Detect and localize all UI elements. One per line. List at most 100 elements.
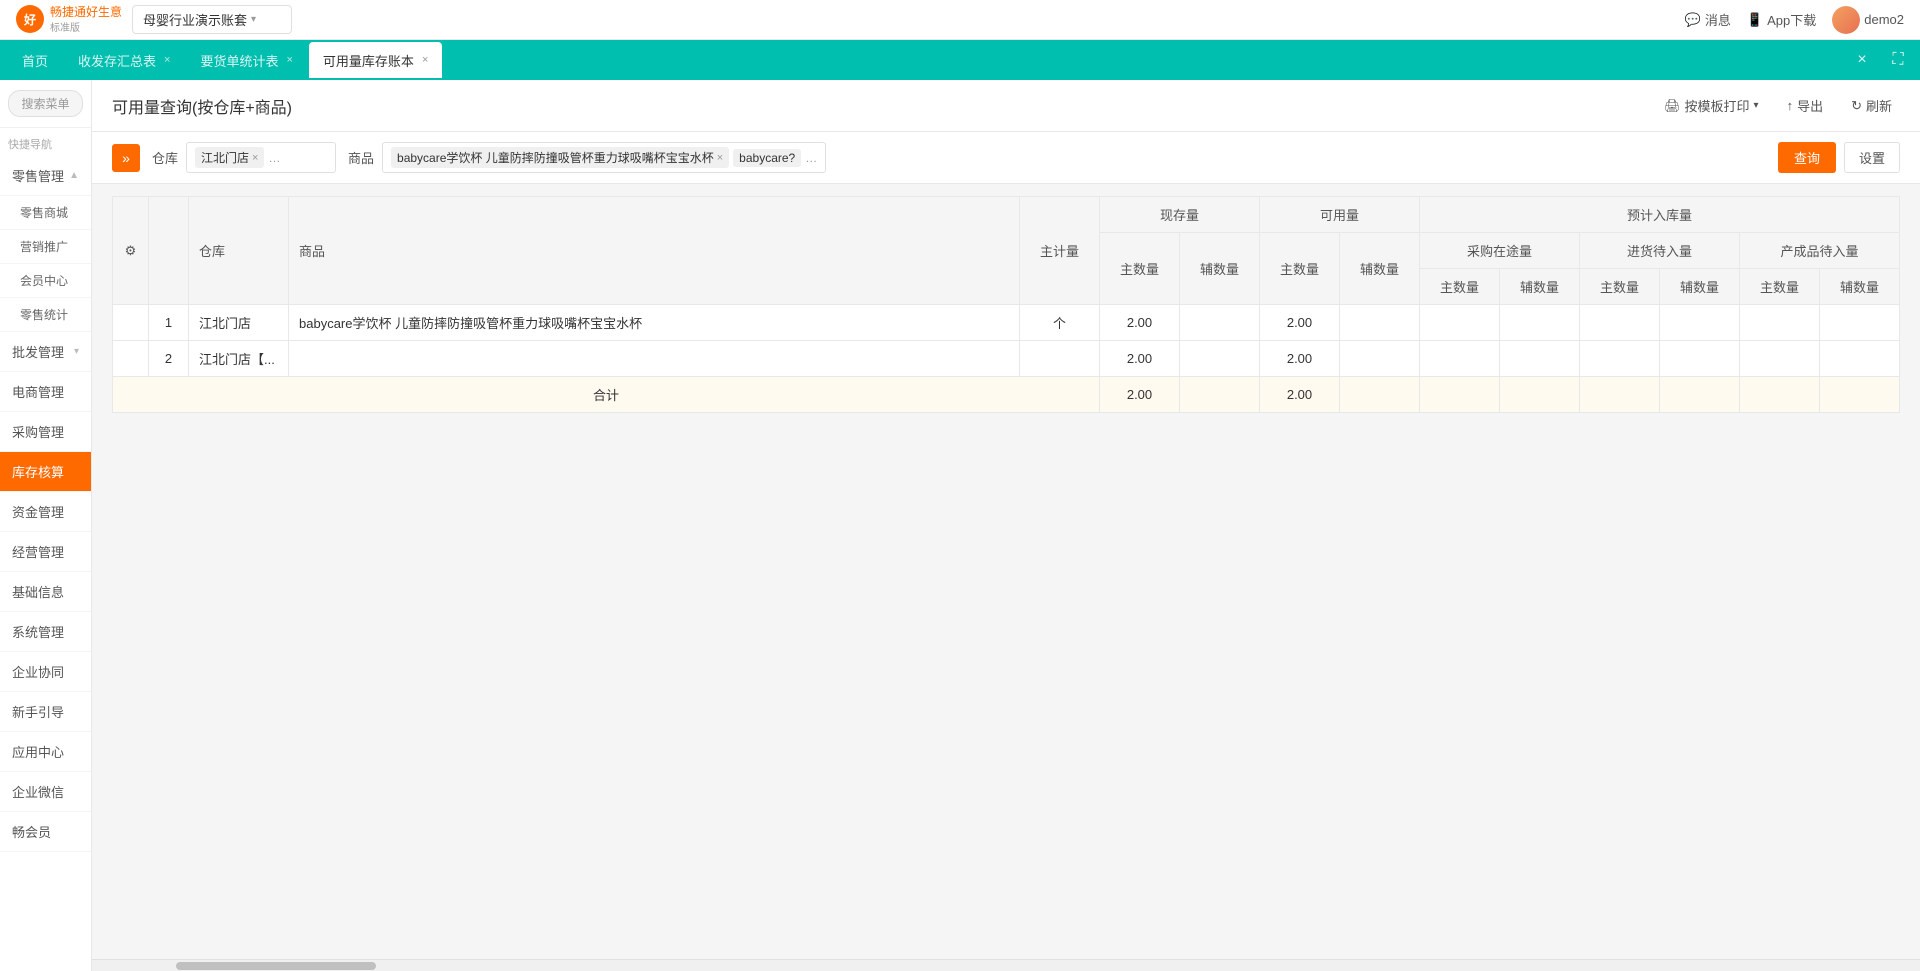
tab-demand-stats-close[interactable]: ×: [286, 54, 292, 66]
avatar: [1832, 6, 1860, 34]
sidebar-item-operations-label: 经营管理: [12, 542, 64, 561]
horizontal-scrollbar[interactable]: [92, 959, 1920, 971]
warehouse-filter-label: 仓库: [152, 148, 178, 167]
quick-nav-text: 快捷导航: [8, 136, 52, 152]
th-stock-aux: 辅数量: [1180, 233, 1260, 305]
product-tag-babycare-remove[interactable]: ×: [717, 152, 723, 164]
summary-pur-pending-main: [1580, 377, 1660, 413]
sidebar-item-system[interactable]: 系统管理: [0, 612, 91, 652]
tab-receive-summary-close[interactable]: ×: [164, 54, 170, 66]
row-stock-main-0: 2.00: [1100, 305, 1180, 341]
sidebar-item-marketing[interactable]: 营销推广: [0, 230, 91, 264]
sidebar-item-ecommerce[interactable]: 电商管理: [0, 372, 91, 412]
export-btn[interactable]: ↑ 导出: [1779, 92, 1832, 119]
industry-label: 母婴行业演示账套: [143, 10, 247, 29]
th-expected-in-group: 预计入库量: [1420, 197, 1900, 233]
main-layout: 搜索菜单 快捷导航 零售管理 ▲ 零售商城 营销推广 会员中心 零售统计 批发管…: [0, 80, 1920, 971]
sidebar-item-app-center[interactable]: 应用中心: [0, 732, 91, 772]
sidebar-item-retail-stats-label: 零售统计: [20, 308, 68, 322]
sidebar-item-finance[interactable]: 资金管理: [0, 492, 91, 532]
sidebar-item-enterprise-wechat[interactable]: 企业微信: [0, 772, 91, 812]
product-more-btn[interactable]: …: [805, 151, 817, 165]
warehouse-filter-group: 仓库 江北门店 × …: [152, 142, 336, 173]
table-area: ⚙ 仓库 商品 主计量 现存量 可用量 预计入库量 主数量 辅数量 主数量 辅数…: [92, 184, 1920, 959]
row-prod-pending-aux-1: [1820, 341, 1900, 377]
th-pur-pending-main: 主数量: [1580, 269, 1660, 305]
tab-demand-stats-label: 要货单统计表: [200, 51, 278, 70]
th-pur-pending-group: 进货待入量: [1580, 233, 1740, 269]
quick-nav-label[interactable]: 快捷导航: [0, 128, 91, 156]
close-all-tabs-btn[interactable]: ×: [1848, 46, 1876, 74]
filter-area: » 仓库 江北门店 × … 商品 babycare学饮杯 儿童防摔防撞吸管杯重力…: [92, 132, 1920, 184]
warehouse-more-btn[interactable]: …: [268, 151, 280, 165]
row-prod-pending-main-0: [1740, 305, 1820, 341]
chevron-icon: ▾: [251, 14, 256, 25]
tab-receive-summary[interactable]: 收发存汇总表 ×: [64, 42, 184, 78]
query-btn[interactable]: 查询: [1778, 142, 1836, 173]
filter-toggle-btn[interactable]: »: [112, 144, 140, 172]
search-menu-input[interactable]: 搜索菜单: [8, 90, 83, 117]
sidebar-item-operations[interactable]: 经营管理: [0, 532, 91, 572]
refresh-btn[interactable]: ↻ 刷新: [1843, 92, 1900, 119]
row-pur-pending-aux-0: [1660, 305, 1740, 341]
sidebar-item-new-guide[interactable]: 新手引导: [0, 692, 91, 732]
warehouse-tag-remove[interactable]: ×: [252, 152, 258, 164]
row-product-1: [289, 341, 1020, 377]
row-pur-pending-main-1: [1580, 341, 1660, 377]
scroll-thumb[interactable]: [176, 962, 376, 970]
product-filter-input[interactable]: babycare学饮杯 儿童防摔防撞吸管杯重力球吸嘴杯宝宝水杯 × babyca…: [382, 142, 826, 173]
sidebar: 搜索菜单 快捷导航 零售管理 ▲ 零售商城 营销推广 会员中心 零售统计 批发管…: [0, 80, 92, 971]
table-row: 2 江北门店【... 2.00 2.00: [113, 341, 1900, 377]
summary-avail-aux: [1340, 377, 1420, 413]
sidebar-item-retail[interactable]: 零售管理 ▲: [0, 156, 91, 196]
th-main-unit: 主计量: [1020, 197, 1100, 305]
th-pur-transit-group: 采购在途量: [1420, 233, 1580, 269]
sidebar-item-retail-store[interactable]: 零售商城: [0, 196, 91, 230]
th-gear[interactable]: ⚙: [113, 197, 149, 305]
row-no-1: 2: [149, 341, 189, 377]
top-bar-right: 💬 消息 📱 App下载 demo2: [1685, 6, 1904, 34]
row-main-unit-0: 个: [1020, 305, 1100, 341]
summary-stock-aux: [1180, 377, 1260, 413]
row-gear-1[interactable]: [113, 341, 149, 377]
settings-btn[interactable]: 设置: [1844, 142, 1900, 173]
tab-home-label: 首页: [22, 51, 48, 70]
sidebar-item-ecommerce-label: 电商管理: [12, 382, 64, 401]
th-prod-pending-group: 产成品待入量: [1740, 233, 1900, 269]
product-tag-babycare-short-label: babycare?: [739, 151, 795, 165]
sidebar-item-wholesale[interactable]: 批发管理 ▾: [0, 332, 91, 372]
warehouse-tag-jiangbei[interactable]: 江北门店 ×: [195, 147, 264, 168]
top-bar-left: 好 畅捷通好生意 标准版 母婴行业演示账套 ▾: [16, 5, 292, 34]
user-profile[interactable]: demo2: [1832, 6, 1904, 34]
product-tag-babycare-full[interactable]: babycare学饮杯 儿童防摔防撞吸管杯重力球吸嘴杯宝宝水杯 ×: [391, 147, 729, 168]
row-gear-0[interactable]: [113, 305, 149, 341]
sidebar-item-member[interactable]: 会员中心: [0, 264, 91, 298]
product-tag-babycare-short[interactable]: babycare?: [733, 149, 801, 167]
sidebar-item-purchase[interactable]: 采购管理: [0, 412, 91, 452]
sidebar-item-inventory[interactable]: 库存核算: [0, 452, 91, 492]
summary-prod-pending-main: [1740, 377, 1820, 413]
tab-demand-stats[interactable]: 要货单统计表 ×: [186, 42, 306, 78]
print-template-btn[interactable]: 🖨 按模板打印 ▾: [1656, 92, 1767, 119]
sidebar-item-basic-info-label: 基础信息: [12, 582, 64, 601]
app-download-btn[interactable]: 📱 App下载: [1747, 10, 1816, 29]
row-avail-aux-1: [1340, 341, 1420, 377]
tab-available-ledger[interactable]: 可用量库存账本 ×: [309, 42, 442, 78]
sidebar-item-retail-stats[interactable]: 零售统计: [0, 298, 91, 332]
sidebar-item-enterprise-collab[interactable]: 企业协同: [0, 652, 91, 692]
warehouse-filter-input[interactable]: 江北门店 × …: [186, 142, 336, 173]
tab-available-ledger-close[interactable]: ×: [422, 54, 428, 66]
row-prod-pending-main-1: [1740, 341, 1820, 377]
sidebar-item-vip-member[interactable]: 畅会员: [0, 812, 91, 852]
row-stock-aux-0: [1180, 305, 1260, 341]
row-pur-transit-main-0: [1420, 305, 1500, 341]
sidebar-item-retail-store-label: 零售商城: [20, 206, 68, 220]
fullscreen-btn[interactable]: ⛶: [1884, 46, 1912, 74]
tab-home[interactable]: 首页: [8, 42, 62, 78]
sidebar-item-retail-label: 零售管理: [12, 166, 64, 185]
industry-selector[interactable]: 母婴行业演示账套 ▾: [132, 5, 292, 34]
export-label: 导出: [1797, 96, 1823, 115]
row-no-0: 1: [149, 305, 189, 341]
sidebar-item-basic-info[interactable]: 基础信息: [0, 572, 91, 612]
message-btn[interactable]: 💬 消息: [1685, 10, 1731, 29]
